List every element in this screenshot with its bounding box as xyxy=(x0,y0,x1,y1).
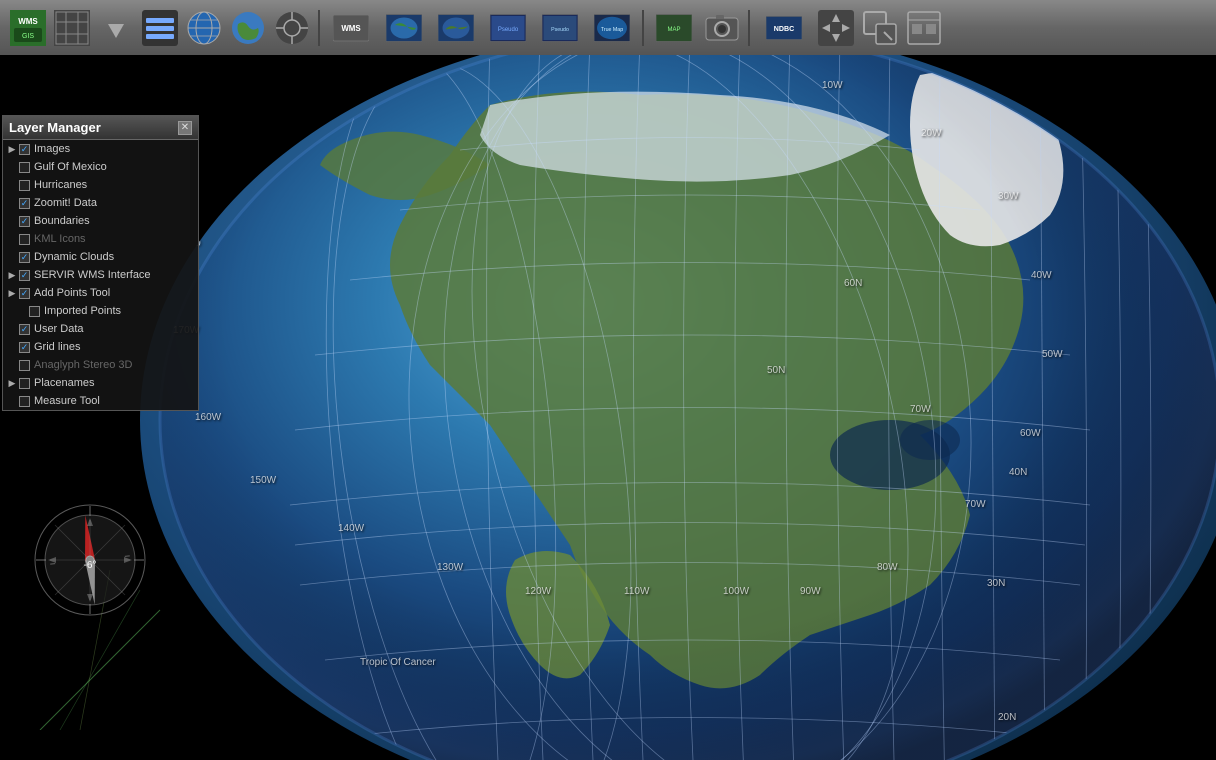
layer-checkbox-addpoints[interactable] xyxy=(19,288,30,299)
layer-manager-header: Layer Manager ✕ xyxy=(3,116,198,140)
layer-label-userdata: User Data xyxy=(34,321,84,337)
layer-manager-title: Layer Manager xyxy=(9,120,101,135)
sat-thumb-3[interactable]: Pseudo xyxy=(484,8,532,48)
svg-text:Pseudo: Pseudo xyxy=(498,27,519,33)
layer-checkbox-gridlines[interactable] xyxy=(19,342,30,353)
layer-checkbox-zoomit[interactable] xyxy=(19,198,30,209)
earth-toolbar-icon[interactable] xyxy=(228,8,268,48)
full-screen-icon[interactable] xyxy=(904,8,944,48)
layer-expand-hurricanes xyxy=(7,180,17,190)
layer-expand-clouds xyxy=(7,252,17,262)
layer-item-kml[interactable]: KML Icons xyxy=(3,230,198,248)
separator-2 xyxy=(642,10,644,46)
layer-expand-measure xyxy=(7,396,17,406)
layer-expand-gridlines xyxy=(7,342,17,352)
layer-expand-anaglyph xyxy=(7,360,17,370)
layer-label-hurricanes: Hurricanes xyxy=(34,177,87,193)
layer-expand-boundaries xyxy=(7,216,17,226)
grid-toolbar-icon[interactable] xyxy=(52,8,92,48)
layer-expand-addpoints[interactable]: ▶ xyxy=(7,288,17,298)
globe-sphere[interactable]: 160E 170E 180 170W 160W 150W 140W 130W 1… xyxy=(140,55,1216,760)
layer-checkbox-anaglyph[interactable] xyxy=(19,360,30,371)
svg-text:WMS: WMS xyxy=(18,17,38,26)
wms-logo-icon[interactable]: WMS GIS xyxy=(8,8,48,48)
layer-item-measure[interactable]: Measure Tool xyxy=(3,392,198,410)
separator-3 xyxy=(748,10,750,46)
layer-checkbox-imported[interactable] xyxy=(29,306,40,317)
layer-checkbox-clouds[interactable] xyxy=(19,252,30,263)
layer-label-boundaries: Boundaries xyxy=(34,213,90,229)
layer-item-gridlines[interactable]: Grid lines xyxy=(3,338,198,356)
layer-checkbox-userdata[interactable] xyxy=(19,324,30,335)
layer-expand-images[interactable]: ▶ xyxy=(7,144,17,154)
layer-label-imported: Imported Points xyxy=(44,303,121,319)
sat-thumb-5[interactable]: True Map xyxy=(588,8,636,48)
layer-item-userdata[interactable]: User Data xyxy=(3,320,198,338)
layer-label-servir: SERVIR WMS Interface xyxy=(34,267,151,283)
globe-view[interactable]: 160E 170E 180 170W 160W 150W 140W 130W 1… xyxy=(0,55,1216,760)
layer-checkbox-kml[interactable] xyxy=(19,234,30,245)
crosshair-toolbar-icon[interactable] xyxy=(272,8,312,48)
layer-expand-imported xyxy=(17,306,27,316)
zoom-window-icon[interactable] xyxy=(860,8,900,48)
layer-checkbox-gulf[interactable] xyxy=(19,162,30,173)
sat-thumb-4[interactable]: Pseudo xyxy=(536,8,584,48)
layers-toolbar-icon[interactable] xyxy=(140,8,180,48)
layer-checkbox-hurricanes[interactable] xyxy=(19,180,30,191)
layer-expand-placenames[interactable]: ▶ xyxy=(7,378,17,388)
layer-expand-userdata xyxy=(7,324,17,334)
layer-item-zoomit[interactable]: Zoomit! Data xyxy=(3,194,198,212)
svg-text:True Map: True Map xyxy=(601,27,623,33)
layer-expand-zoomit xyxy=(7,198,17,208)
layer-item-gulf[interactable]: Gulf Of Mexico xyxy=(3,158,198,176)
layer-checkbox-images[interactable] xyxy=(19,144,30,155)
layer-checkbox-placenames[interactable] xyxy=(19,378,30,389)
svg-text:NDBC: NDBC xyxy=(774,26,794,33)
layer-item-hurricanes[interactable]: Hurricanes xyxy=(3,176,198,194)
map-overview-icon[interactable]: MAP xyxy=(650,8,698,48)
layer-item-servir[interactable]: ▶ SERVIR WMS Interface xyxy=(3,266,198,284)
toolbar: WMS GIS xyxy=(0,0,1216,55)
camera-icon[interactable] xyxy=(702,8,742,48)
layer-expand-kml xyxy=(7,234,17,244)
layer-checkbox-measure[interactable] xyxy=(19,396,30,407)
layer-item-placenames[interactable]: ▶ Placenames xyxy=(3,374,198,392)
layer-item-clouds[interactable]: Dynamic Clouds xyxy=(3,248,198,266)
svg-text:Pseudo: Pseudo xyxy=(551,27,569,33)
layer-expand-servir[interactable]: ▶ xyxy=(7,270,17,280)
wms-button-icon[interactable]: WMS xyxy=(326,8,376,48)
layer-item-images[interactable]: ▶ Images xyxy=(3,140,198,158)
layer-manager-panel: Layer Manager ✕ ▶ Images Gulf Of Mexico … xyxy=(2,115,199,411)
layer-item-anaglyph[interactable]: Anaglyph Stereo 3D xyxy=(3,356,198,374)
layer-label-clouds: Dynamic Clouds xyxy=(34,249,114,265)
layer-checkbox-boundaries[interactable] xyxy=(19,216,30,227)
navigate-arrows-icon[interactable] xyxy=(816,8,856,48)
layer-label-placenames: Placenames xyxy=(34,375,95,391)
layer-label-addpoints: Add Points Tool xyxy=(34,285,110,301)
layer-label-kml: KML Icons xyxy=(34,231,86,247)
globe-toolbar-icon[interactable] xyxy=(184,8,224,48)
layer-expand-gulf xyxy=(7,162,17,172)
layer-label-zoomit: Zoomit! Data xyxy=(34,195,97,211)
layer-item-boundaries[interactable]: Boundaries xyxy=(3,212,198,230)
svg-text:GIS: GIS xyxy=(22,33,34,40)
sat-thumb-2[interactable] xyxy=(432,8,480,48)
layer-label-gridlines: Grid lines xyxy=(34,339,80,355)
sat-thumb-1[interactable] xyxy=(380,8,428,48)
ndbc-icon[interactable]: NDBC xyxy=(756,8,812,48)
layer-label-gulf: Gulf Of Mexico xyxy=(34,159,107,175)
layer-label-images: Images xyxy=(34,141,70,157)
svg-text:MAP: MAP xyxy=(667,27,680,33)
layer-label-anaglyph: Anaglyph Stereo 3D xyxy=(34,357,132,373)
compass-rose: -6° xyxy=(30,500,150,620)
layer-item-imported[interactable]: Imported Points xyxy=(3,302,198,320)
svg-text:WMS: WMS xyxy=(341,23,360,32)
layer-item-addpoints[interactable]: ▶ Add Points Tool xyxy=(3,284,198,302)
layer-manager-close-button[interactable]: ✕ xyxy=(178,121,192,135)
layer-checkbox-servir[interactable] xyxy=(19,270,30,281)
separator-1 xyxy=(318,10,320,46)
arrow-down-toolbar-icon[interactable] xyxy=(96,8,136,48)
layer-label-measure: Measure Tool xyxy=(34,393,100,409)
